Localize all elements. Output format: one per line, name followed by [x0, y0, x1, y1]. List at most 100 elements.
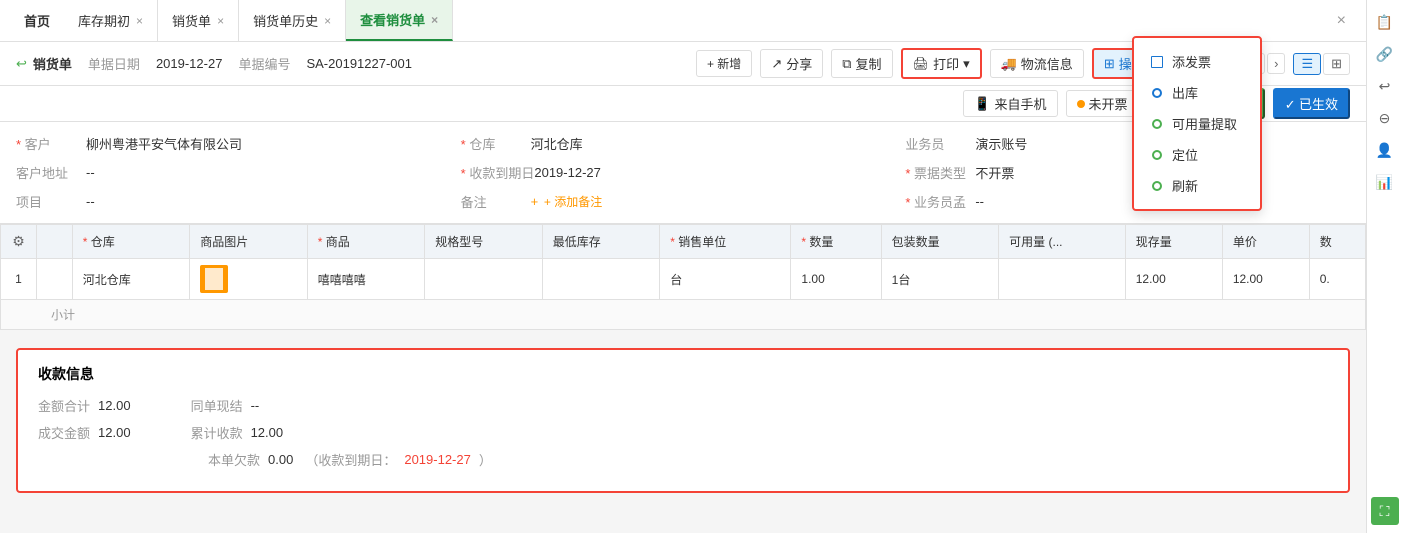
- owed-item: 本单欠款 0.00 （收款到期日： 2019-12-27 ）: [208, 450, 492, 469]
- payment-date-value: 2019-12-27: [534, 165, 601, 180]
- effective-button[interactable]: ✓ 已生效: [1273, 88, 1350, 119]
- th-settings[interactable]: ⚙: [1, 225, 37, 259]
- tab-sales[interactable]: 销货单 ×: [158, 0, 239, 41]
- subtotal-label: 小计: [1, 300, 1366, 330]
- menu-locate[interactable]: 定位: [1134, 139, 1260, 170]
- same-order-label: 同单现结: [191, 396, 243, 415]
- tab-inventory-close[interactable]: ×: [136, 14, 143, 28]
- due-date-value: 2019-12-27: [404, 452, 471, 467]
- add-note-icon: +: [531, 194, 539, 209]
- customer-field: 客户 柳州粤港平安气体有限公司: [16, 134, 461, 153]
- share-button[interactable]: ↗ 分享: [760, 49, 823, 78]
- table-row: 1 河北仓库 嘻嘻嘻嘻 台 1.00 1台 12.00: [1, 259, 1366, 300]
- payment-info-title: 收款信息: [38, 364, 1328, 384]
- payment-date-field: 收款到期日 2019-12-27: [461, 163, 906, 182]
- sidebar-link-btn[interactable]: 🔗: [1371, 40, 1399, 68]
- sidebar-clipboard-btn[interactable]: 📋: [1371, 8, 1399, 36]
- add-note-button[interactable]: + + 添加备注: [531, 193, 603, 210]
- date-value: 2019-12-27: [156, 56, 223, 71]
- menu-add-invoice[interactable]: 添发票: [1134, 46, 1260, 77]
- section-divider: [0, 330, 1366, 338]
- note-field: 备注 + + 添加备注: [461, 192, 906, 211]
- doc-header-left: ↩ 销货单 单据日期 2019-12-27 单据编号 SA-20191227-0…: [16, 54, 412, 73]
- date-label: 单据日期: [88, 54, 140, 73]
- sidebar-chart-btn[interactable]: 📊: [1371, 168, 1399, 196]
- view-list-button[interactable]: ☰: [1293, 53, 1321, 75]
- tab-sales-close[interactable]: ×: [217, 14, 224, 28]
- address-value: --: [86, 165, 95, 180]
- th-unit-price: 单价: [1222, 225, 1309, 259]
- td-no2: [37, 259, 73, 300]
- th-pack-qty: 包装数量: [881, 225, 999, 259]
- sidebar-minus-btn[interactable]: ⊖: [1371, 104, 1399, 132]
- table-header-row: ⚙ 仓库 商品图片 商品 规格型号 最低库存 销售单位 数量 包装数量 可用量 …: [1, 225, 1366, 259]
- from-phone-button[interactable]: 📱 来自手机: [963, 90, 1057, 117]
- th-no: [37, 225, 73, 259]
- menu-qty-extract[interactable]: 可用量提取: [1134, 108, 1260, 139]
- address-field: 客户地址 --: [16, 163, 461, 182]
- td-no: 1: [1, 259, 37, 300]
- copy-button[interactable]: ⧉ 复制: [831, 49, 892, 78]
- cumulative-item: 累计收款 12.00: [191, 423, 284, 442]
- settings-icon[interactable]: ⚙: [12, 233, 25, 249]
- no-label: 单据编号: [238, 54, 290, 73]
- same-order-value: --: [251, 398, 260, 413]
- project-value: --: [86, 194, 95, 209]
- not-opened-dot: [1077, 100, 1085, 108]
- tab-view-sales[interactable]: 查看销货单 ×: [346, 0, 453, 41]
- td-unit-price: 12.00: [1222, 259, 1309, 300]
- payment-info-row-1: 金额合计 12.00 同单现结 --: [38, 396, 1328, 415]
- close-all-icon[interactable]: ×: [1327, 12, 1356, 30]
- th-amount: 数: [1309, 225, 1365, 259]
- sidebar-undo-btn[interactable]: ↩: [1371, 72, 1399, 100]
- tab-sales-history-close[interactable]: ×: [324, 14, 331, 28]
- deal-amount-value: 12.00: [98, 425, 131, 440]
- new-button[interactable]: + 新增: [696, 50, 752, 77]
- ticket-type-label: 票据类型: [905, 163, 975, 182]
- tab-sales-history[interactable]: 销货单历史 ×: [239, 0, 346, 41]
- not-opened-button[interactable]: 未开票: [1066, 90, 1139, 117]
- logistics-button[interactable]: 🚚 物流信息: [990, 49, 1084, 78]
- owed-paren-close: ）: [479, 450, 492, 469]
- print-icon: 🖨: [913, 56, 930, 72]
- tab-home[interactable]: 首页: [10, 11, 64, 30]
- warehouse-label: 仓库: [461, 134, 531, 153]
- owed-value: 0.00: [268, 452, 293, 467]
- staff-value: 演示账号: [975, 134, 1027, 153]
- subtotal-row: 小计: [1, 300, 1366, 330]
- payment-info-row-2: 成交金额 12.00 累计收款 12.00: [38, 423, 1328, 442]
- same-order-item: 同单现结 --: [191, 396, 260, 415]
- payment-info-section: 收款信息 金额合计 12.00 同单现结 -- 成交金额 12.00 累计收款 …: [16, 348, 1350, 493]
- td-qty: 1.00: [791, 259, 881, 300]
- td-available: [999, 259, 1126, 300]
- logistics-icon: 🚚: [1001, 56, 1017, 72]
- th-warehouse: 仓库: [72, 225, 190, 259]
- th-current-stock: 现存量: [1125, 225, 1222, 259]
- menu-outbound[interactable]: 出库: [1134, 77, 1260, 108]
- td-product: 嘻嘻嘻嘻: [307, 259, 425, 300]
- td-amount: 0.: [1309, 259, 1365, 300]
- cumulative-label: 累计收款: [191, 423, 243, 442]
- deal-amount-item: 成交金额 12.00: [38, 423, 131, 442]
- tab-inventory[interactable]: 库存期初 ×: [64, 0, 158, 41]
- qty-extract-icon: [1150, 117, 1164, 131]
- print-button[interactable]: 🖨 打印 ▾: [901, 48, 982, 79]
- salesperson-value: --: [975, 194, 984, 209]
- print-dropdown-icon: ▾: [963, 56, 970, 72]
- tab-view-sales-close[interactable]: ×: [431, 13, 438, 27]
- ticket-type-value: 不开票: [975, 163, 1014, 182]
- operations-icon: ⊞: [1104, 56, 1115, 72]
- no-value: SA-20191227-001: [306, 56, 412, 71]
- product-table-wrapper: ⚙ 仓库 商品图片 商品 规格型号 最低库存 销售单位 数量 包装数量 可用量 …: [0, 224, 1366, 330]
- view-grid-button[interactable]: ⊞: [1323, 53, 1350, 75]
- menu-refresh[interactable]: 刷新: [1134, 170, 1260, 201]
- doc-title: ↩ 销货单: [16, 54, 72, 73]
- sidebar-expand-btn[interactable]: ⛶: [1371, 497, 1399, 525]
- product-table: ⚙ 仓库 商品图片 商品 规格型号 最低库存 销售单位 数量 包装数量 可用量 …: [0, 224, 1366, 330]
- address-label: 客户地址: [16, 163, 86, 182]
- sidebar-user-btn[interactable]: 👤: [1371, 136, 1399, 164]
- doc-title-icon: ↩: [16, 56, 27, 72]
- th-spec: 规格型号: [425, 225, 543, 259]
- nav-next[interactable]: ›: [1267, 53, 1285, 74]
- td-product-image: [190, 259, 308, 300]
